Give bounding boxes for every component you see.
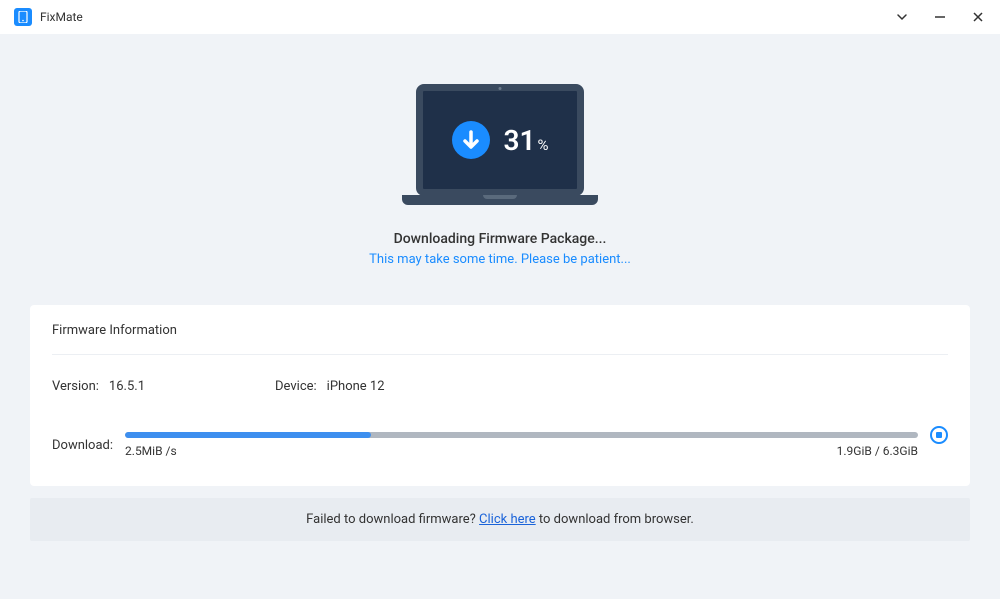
status-subtitle: This may take some time. Please be patie… [369, 252, 631, 267]
download-arrow-icon [452, 121, 490, 159]
stop-icon [936, 432, 942, 438]
close-button[interactable] [970, 9, 986, 25]
laptop-illustration: 31 % [416, 84, 584, 196]
version-value: 16.5.1 [109, 379, 145, 394]
percent-number: 31 [504, 124, 536, 157]
dropdown-button[interactable] [894, 9, 910, 25]
minimize-button[interactable] [932, 9, 948, 25]
progress-fill [125, 432, 371, 438]
firmware-info-card: Firmware Information Version: 16.5.1 Dev… [30, 305, 970, 486]
titlebar-left: FixMate [14, 8, 83, 26]
progress-percent: 31 % [504, 124, 549, 157]
download-row: Download: 2.5MiB /s 1.9GiB / 6.3GiB [52, 432, 948, 458]
device-pair: Device: iPhone 12 [275, 379, 385, 394]
window-controls [894, 9, 986, 25]
version-pair: Version: 16.5.1 [52, 379, 145, 394]
app-title: FixMate [40, 10, 83, 24]
firmware-info-row: Version: 16.5.1 Device: iPhone 12 [52, 379, 948, 394]
firmware-info-title: Firmware Information [52, 323, 948, 355]
app-logo-icon [14, 8, 32, 26]
download-size: 1.9GiB / 6.3GiB [837, 444, 918, 458]
progress-bar [125, 432, 918, 438]
version-label: Version: [52, 379, 99, 394]
progress-stats: 2.5MiB /s 1.9GiB / 6.3GiB [125, 444, 918, 458]
stop-button[interactable] [930, 426, 948, 444]
footer-prefix: Failed to download firmware? [306, 512, 479, 527]
footer-link[interactable]: Click here [479, 512, 536, 527]
footer-bar: Failed to download firmware? Click here … [30, 498, 970, 541]
laptop-camera-icon [499, 87, 502, 90]
progress-container: 2.5MiB /s 1.9GiB / 6.3GiB [125, 432, 918, 458]
download-speed: 2.5MiB /s [125, 444, 177, 458]
device-label: Device: [275, 379, 317, 394]
device-value: iPhone 12 [327, 379, 385, 394]
footer-suffix: to download from browser. [536, 512, 694, 527]
titlebar: FixMate [0, 0, 1000, 34]
status-title: Downloading Firmware Package... [394, 231, 607, 247]
percent-sign: % [538, 136, 549, 154]
download-label: Download: [52, 438, 113, 453]
main-content: 31 % Downloading Firmware Package... Thi… [0, 34, 1000, 486]
laptop-base-icon [402, 195, 598, 205]
